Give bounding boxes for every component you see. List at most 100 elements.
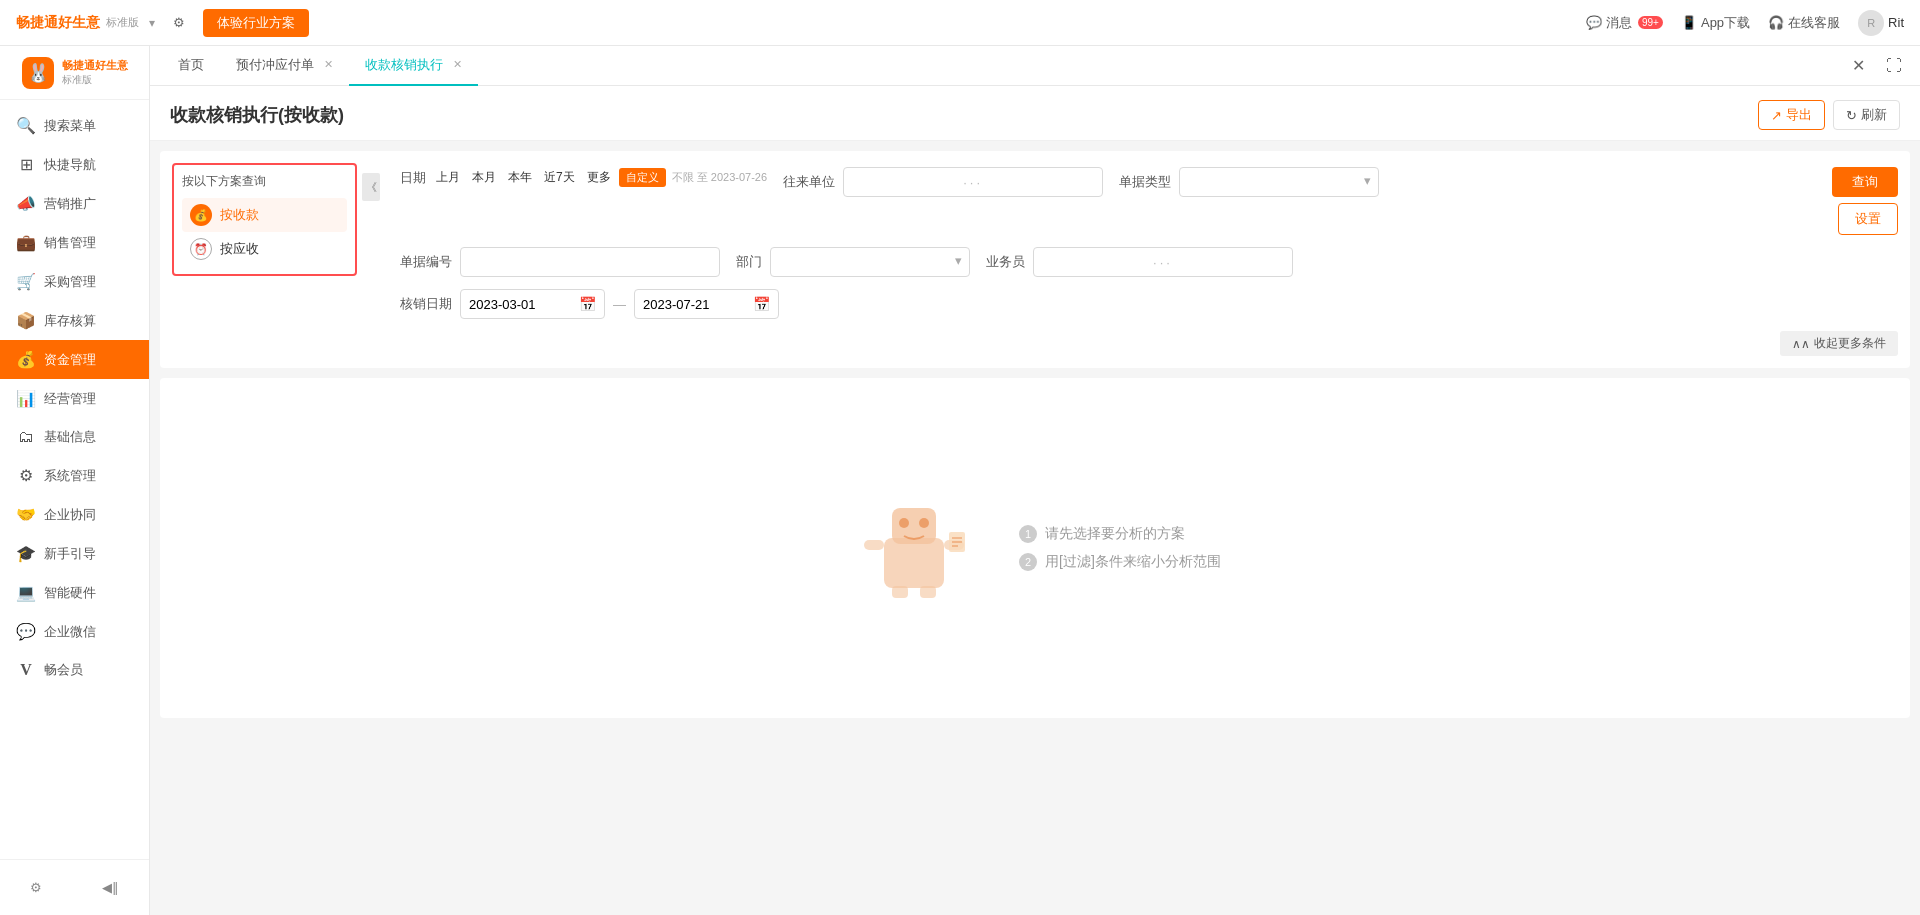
- trial-button[interactable]: 体验行业方案: [203, 9, 309, 37]
- tab-home[interactable]: 首页: [162, 46, 220, 86]
- setting-button[interactable]: 设置: [1838, 203, 1898, 235]
- refresh-button[interactable]: ↻ 刷新: [1833, 100, 1900, 130]
- query-actions: 查询 设置: [1832, 167, 1898, 235]
- basic-icon: 🗂: [16, 428, 36, 446]
- logo-sub: 标准版: [62, 73, 128, 87]
- staff-label: 业务员: [986, 253, 1025, 271]
- top-bar-left: 畅捷通好生意 标准版 ▾ ⚙ 体验行业方案: [16, 9, 1586, 37]
- doctype-select[interactable]: [1179, 167, 1379, 197]
- verify-date-end[interactable]: 2023-07-21 📅: [634, 289, 779, 319]
- sidebar-item-wechat[interactable]: 💬 企业微信: [0, 612, 149, 651]
- filter-row-2: 单据编号 部门 ▾: [400, 247, 1898, 277]
- date-custom-tag[interactable]: 自定义: [619, 168, 666, 187]
- filter-collapse-btn[interactable]: 《: [362, 173, 380, 201]
- tab-close-all-btn[interactable]: ✕: [1844, 52, 1872, 80]
- department-select[interactable]: [770, 247, 970, 277]
- filter-option-receipt[interactable]: 💰 按收款: [182, 198, 347, 232]
- date-link-this-month[interactable]: 本月: [468, 167, 500, 188]
- date-link-last-month[interactable]: 上月: [432, 167, 464, 188]
- cal-icon-end: 📅: [753, 296, 770, 312]
- sidebar-item-operation[interactable]: 📊 经营管理: [0, 379, 149, 418]
- sidebar-settings-btn[interactable]: ⚙: [14, 872, 58, 903]
- logo-text-area: 畅捷通好生意 标准版: [62, 58, 128, 86]
- sidebar-item-system[interactable]: ⚙ 系统管理: [0, 456, 149, 495]
- verify-date-start[interactable]: 2023-03-01 📅: [460, 289, 605, 319]
- svg-point-3: [919, 518, 929, 528]
- tab-bar: 首页 预付冲应付单 ✕ 收款核销执行 ✕ ✕ ⛶: [150, 46, 1920, 86]
- headset-icon: 🎧: [1768, 15, 1784, 30]
- filter-fields: 日期 上月 本月 本年 近7天 更多 自定义 不限 至 2023-07-26: [400, 167, 1898, 360]
- tab-home-label: 首页: [178, 56, 204, 74]
- sidebar: 🐰 畅捷通好生意 标准版 🔍 搜索菜单 ⊞ 快捷导航 📣 营销推广 💼 销售管理: [0, 46, 150, 915]
- sidebar-label-basic: 基础信息: [44, 428, 96, 446]
- sidebar-label-search: 搜索菜单: [44, 117, 96, 135]
- doctype-field: 单据类型 ▾: [1119, 167, 1379, 197]
- empty-state-content: 1 请先选择要分析的方案 2 用[过滤]条件来缩小分析范围: [849, 483, 1221, 613]
- member-icon: V: [16, 661, 36, 679]
- staff-input[interactable]: ···: [1033, 247, 1293, 277]
- app-download-btn[interactable]: 📱 App下载: [1681, 14, 1750, 32]
- message-icon: 💬: [1586, 15, 1602, 30]
- brand-dropdown-icon[interactable]: ▾: [149, 16, 155, 30]
- page-header: 收款核销执行(按收款) ↗ 导出 ↻ 刷新: [150, 86, 1920, 141]
- collapse-more-row: ∧∧ 收起更多条件: [400, 327, 1898, 360]
- page-title: 收款核销执行(按收款): [170, 103, 344, 127]
- sidebar-item-guide[interactable]: 🎓 新手引导: [0, 534, 149, 573]
- export-icon: ↗: [1771, 108, 1782, 123]
- date-link-more[interactable]: 更多: [583, 167, 615, 188]
- message-btn[interactable]: 💬 消息 99+: [1586, 14, 1663, 32]
- top-bar-right: 💬 消息 99+ 📱 App下载 🎧 在线客服 R Rit: [1586, 10, 1904, 36]
- gear-icon[interactable]: ⚙: [165, 9, 193, 37]
- date-link-7days[interactable]: 近7天: [540, 167, 579, 188]
- svg-rect-6: [892, 586, 908, 598]
- empty-tips: 1 请先选择要分析的方案 2 用[过滤]条件来缩小分析范围: [1019, 525, 1221, 571]
- sidebar-item-inventory[interactable]: 📦 库存核算: [0, 301, 149, 340]
- tab-fullscreen-btn[interactable]: ⛶: [1880, 52, 1908, 80]
- doctype-select-wrap: ▾: [1179, 167, 1379, 197]
- tab-collection-label: 收款核销执行: [365, 56, 443, 74]
- export-button[interactable]: ↗ 导出: [1758, 100, 1825, 130]
- sidebar-item-finance[interactable]: 💰 资金管理: [0, 340, 149, 379]
- sidebar-item-hardware[interactable]: 💻 智能硬件: [0, 573, 149, 612]
- filter-panel: 按以下方案查询 💰 按收款 ⏰ 按应收 《: [160, 151, 1910, 368]
- query-button[interactable]: 查询: [1832, 167, 1898, 197]
- verify-date-label: 核销日期: [400, 295, 452, 313]
- sales-icon: 💼: [16, 233, 36, 252]
- collapse-more-btn[interactable]: ∧∧ 收起更多条件: [1780, 331, 1898, 356]
- robot-svg: [854, 488, 974, 608]
- tab-bar-actions: ✕ ⛶: [1844, 52, 1908, 80]
- sidebar-item-basic[interactable]: 🗂 基础信息: [0, 418, 149, 456]
- sidebar-item-member[interactable]: V 畅会员: [0, 651, 149, 689]
- docnumber-input[interactable]: [460, 247, 720, 277]
- inventory-icon: 📦: [16, 311, 36, 330]
- filter-option-receipt-label: 按收款: [220, 206, 259, 224]
- sidebar-label-marketing: 营销推广: [44, 195, 96, 213]
- mobile-icon: 📱: [1681, 15, 1697, 30]
- sidebar-item-cooperation[interactable]: 🤝 企业协同: [0, 495, 149, 534]
- sidebar-item-marketing[interactable]: 📣 营销推广: [0, 184, 149, 223]
- online-service-btn[interactable]: 🎧 在线客服: [1768, 14, 1840, 32]
- date-link-this-year[interactable]: 本年: [504, 167, 536, 188]
- empty-tip-2: 2 用[过滤]条件来缩小分析范围: [1019, 553, 1221, 571]
- sidebar-item-search[interactable]: 🔍 搜索菜单: [0, 106, 149, 145]
- sidebar-item-purchase[interactable]: 🛒 采购管理: [0, 262, 149, 301]
- top-bar: 畅捷通好生意 标准版 ▾ ⚙ 体验行业方案 💬 消息 99+ 📱 App下载 🎧…: [0, 0, 1920, 46]
- sidebar-label-member: 畅会员: [44, 661, 83, 679]
- sidebar-collapse-btn[interactable]: ◀‖: [86, 872, 135, 903]
- tab-collection-close[interactable]: ✕: [453, 58, 462, 71]
- filter-option-receivable[interactable]: ⏰ 按应收: [182, 232, 347, 266]
- tab-prepay[interactable]: 预付冲应付单 ✕: [220, 46, 349, 86]
- search-icon: 🔍: [16, 116, 36, 135]
- filter-row-3: 核销日期 2023-03-01 📅 — 2023-07-21 📅: [400, 289, 1898, 319]
- tab-collection[interactable]: 收款核销执行 ✕: [349, 46, 478, 86]
- user-area[interactable]: R Rit: [1858, 10, 1904, 36]
- sidebar-item-sales[interactable]: 💼 销售管理: [0, 223, 149, 262]
- tab-prepay-close[interactable]: ✕: [324, 58, 333, 71]
- cooperation-icon: 🤝: [16, 505, 36, 524]
- counterparty-input[interactable]: ···: [843, 167, 1103, 197]
- sidebar-item-nav[interactable]: ⊞ 快捷导航: [0, 145, 149, 184]
- filter-sidebar: 按以下方案查询 💰 按收款 ⏰ 按应收: [172, 163, 357, 276]
- svg-point-2: [899, 518, 909, 528]
- purchase-icon: 🛒: [16, 272, 36, 291]
- main-body: 收款核销执行(按收款) ↗ 导出 ↻ 刷新 按以: [150, 86, 1920, 915]
